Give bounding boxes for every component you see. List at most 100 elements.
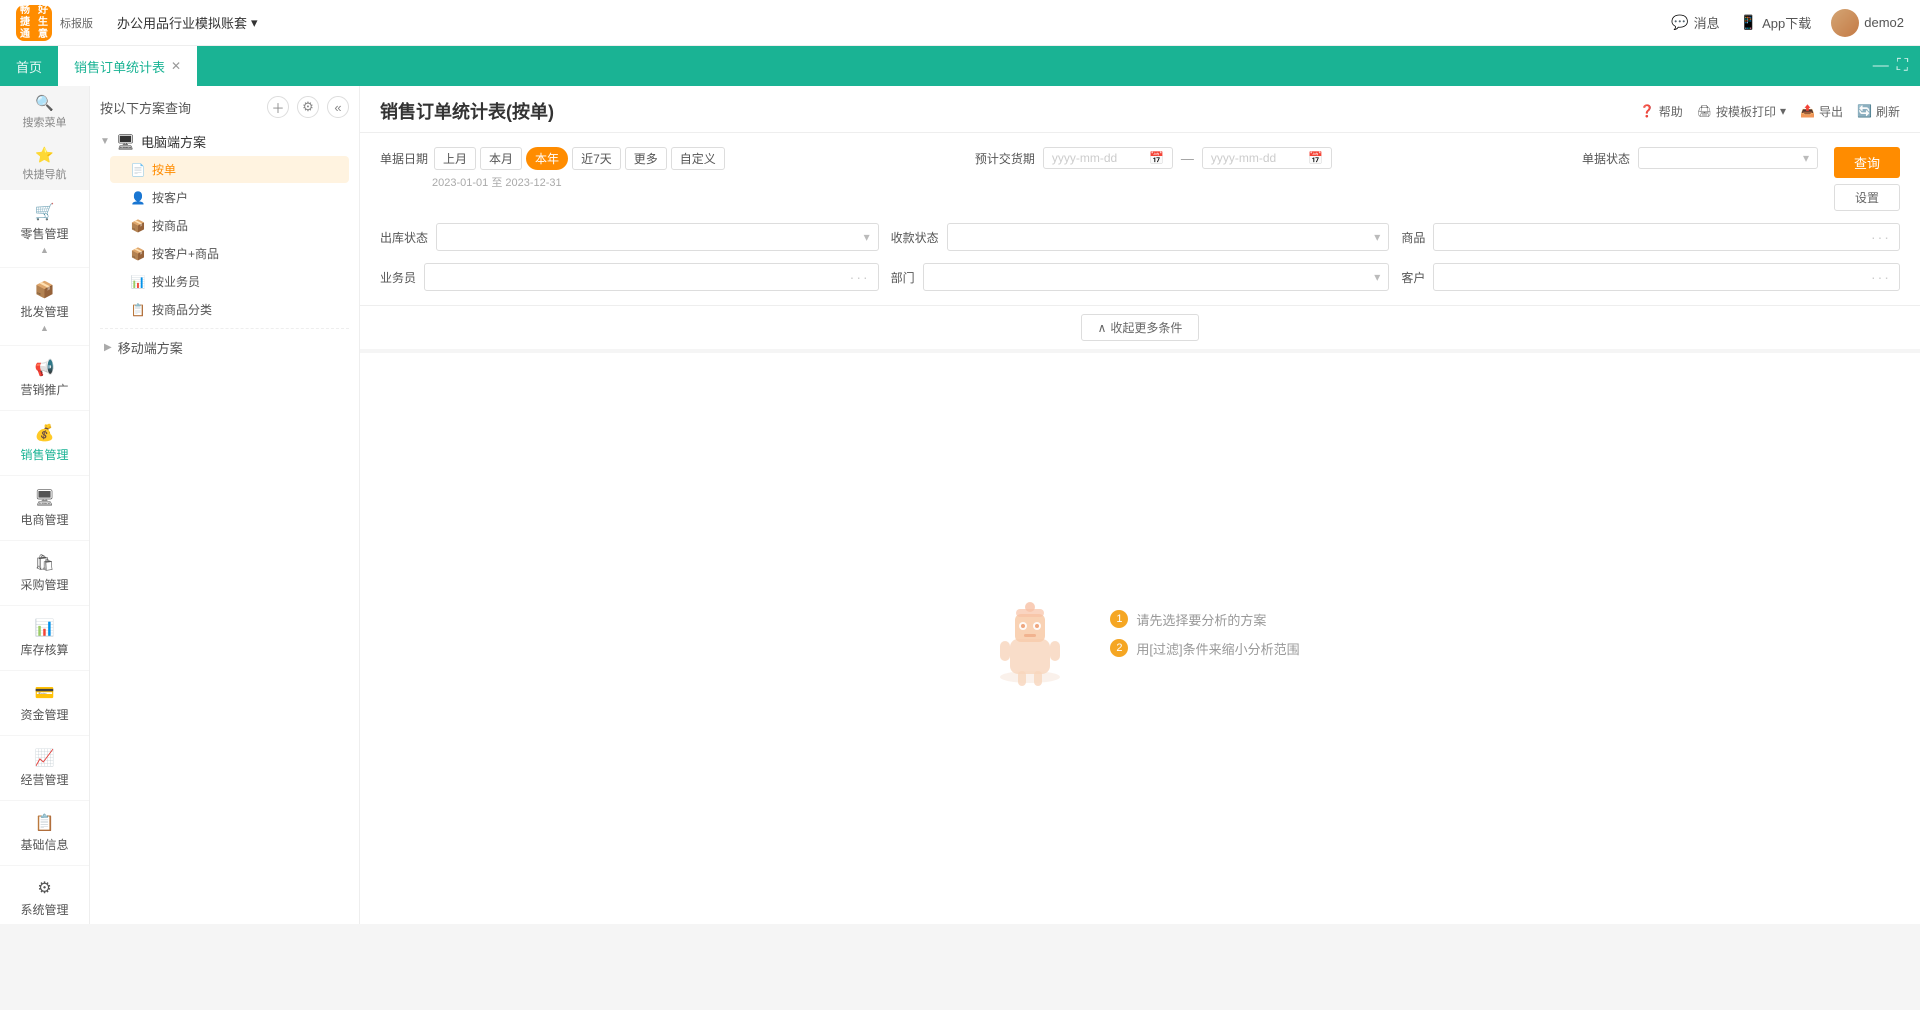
scheme-icon-customer-goods: 📦 xyxy=(130,246,146,262)
filter-row-2: 出库状态 ▾ 收款状态 ▾ 商品 xyxy=(380,223,1900,251)
query-settings-group: 查询 设置 xyxy=(1834,147,1900,211)
status-filter: 单据状态 ▾ xyxy=(1582,147,1818,169)
scheme-section-pc: ▼ 🖥 电脑端方案 📄 按单 👤 按客户 📦 按商品 xyxy=(100,128,349,323)
tab-home[interactable]: 首页 xyxy=(0,46,58,86)
last7-button[interactable]: 近7天 xyxy=(572,147,621,170)
calendar-icon: 📅 xyxy=(1149,151,1164,165)
scheme-item-by-customer-goods[interactable]: 📦 按客户+商品 xyxy=(110,240,349,267)
sidebar-item-purchase[interactable]: 🛍 采购管理 xyxy=(0,541,89,606)
customer-filter: 客户 ··· xyxy=(1401,263,1900,291)
expected-date-start-input[interactable]: yyyy-mm-dd 📅 xyxy=(1043,147,1173,169)
goods-label: 商品 xyxy=(1401,229,1425,246)
section-divider xyxy=(100,328,349,329)
date-filter-buttons: 上月 本月 本年 近7天 更多 自定义 xyxy=(434,147,725,170)
tab-close-icon[interactable]: ✕ xyxy=(171,59,181,73)
empty-tip-2: 2 用[过滤]条件来缩小分析范围 xyxy=(1110,639,1299,658)
last-month-button[interactable]: 上月 xyxy=(434,147,476,170)
query-button[interactable]: 查询 xyxy=(1834,147,1900,178)
scheme-item-by-goods-category[interactable]: 📋 按商品分类 xyxy=(110,296,349,323)
scheme-item-by-order[interactable]: 📄 按单 xyxy=(110,156,349,183)
sidebar-item-finance[interactable]: 💳 资金管理 xyxy=(0,671,89,736)
scheme-icon-goods-category: 📋 xyxy=(130,302,146,318)
topbar: 畅捷通 好生意 标报版 办公用品行业模拟账套 ▾ 消息 App下载 demo2 xyxy=(0,0,1920,46)
sidebar-item-retail[interactable]: 🛒 零售管理 ▲ xyxy=(0,190,89,268)
page-header: 销售订单统计表(按单) ❓ 帮助 🖨 按模板打印 ▾ 📤 导出 xyxy=(360,86,1920,133)
scheme-item-by-customer[interactable]: 👤 按客户 xyxy=(110,184,349,211)
collapse-icon: « xyxy=(334,100,341,115)
tab-sales-order-stats[interactable]: 销售订单统计表 ✕ xyxy=(58,46,197,86)
payment-status-filter: 收款状态 ▾ xyxy=(891,223,1390,251)
sidebar-item-search[interactable]: 🔍 搜索菜单 xyxy=(0,86,89,138)
refresh-button[interactable]: 🔄 刷新 xyxy=(1857,103,1900,120)
scheme-item-by-salesperson[interactable]: 📊 按业务员 xyxy=(110,268,349,295)
more-date-button[interactable]: 更多 xyxy=(625,147,667,170)
print-dropdown-icon: ▾ xyxy=(1780,104,1786,118)
message-button[interactable]: 消息 xyxy=(1671,13,1719,32)
date-range-text: 2023-01-01 至 2023-12-31 xyxy=(380,174,725,190)
page-title: 销售订单统计表(按单) xyxy=(380,98,554,124)
scheme-section-mobile-header[interactable]: ▶ 移动端方案 xyxy=(100,333,349,362)
account-dropdown[interactable]: 办公用品行业模拟账套 ▾ xyxy=(117,13,258,32)
department-select[interactable]: ▾ xyxy=(923,263,1390,291)
customer-more-icon: ··· xyxy=(1871,269,1891,285)
sidebar-item-ecommerce[interactable]: 🖥 电商管理 xyxy=(0,476,89,541)
left-panel: 按以下方案查询 ＋ ⚙ « ▼ 🖥 电脑端方案 📄 xyxy=(90,86,360,924)
expected-date-filter: 预计交货期 yyyy-mm-dd 📅 — yyyy-mm-dd 📅 xyxy=(975,147,1332,169)
add-scheme-button[interactable]: ＋ xyxy=(267,96,289,118)
sidebar-item-marketing[interactable]: 📢 营销推广 xyxy=(0,346,89,411)
collapse-conditions-button[interactable]: ∧ 收起更多条件 xyxy=(1081,314,1200,341)
export-button[interactable]: 📤 导出 xyxy=(1800,103,1843,120)
window-maximize-icon[interactable]: ⛶ xyxy=(1897,57,1908,75)
expected-date-end-input[interactable]: yyyy-mm-dd 📅 xyxy=(1202,147,1332,169)
section-arrow-right-icon: ▶ xyxy=(104,342,112,353)
settings-button[interactable]: 设置 xyxy=(1834,184,1900,211)
department-label: 部门 xyxy=(891,269,915,286)
scheme-section-pc-header[interactable]: ▼ 🖥 电脑端方案 xyxy=(100,128,349,155)
app-icon xyxy=(1740,14,1757,31)
scheme-list: ▼ 🖥 电脑端方案 📄 按单 👤 按客户 📦 按商品 xyxy=(100,128,349,362)
empty-tip-1: 1 请先选择要分析的方案 xyxy=(1110,610,1299,629)
scheme-icon-customer: 👤 xyxy=(130,190,146,206)
custom-date-button[interactable]: 自定义 xyxy=(671,147,725,170)
status-dropdown-icon: ▾ xyxy=(1803,151,1809,165)
main-layout: 🔍 搜索菜单 ⭐ 快捷导航 🛒 零售管理 ▲ 📦 批发管理 ▲ 📢 营销推广 💰… xyxy=(0,86,1920,924)
sidebar-item-wholesale[interactable]: 📦 批发管理 ▲ xyxy=(0,268,89,346)
main-content: 销售订单统计表(按单) ❓ 帮助 🖨 按模板打印 ▾ 📤 导出 xyxy=(360,86,1920,924)
panel-collapse-button[interactable]: « xyxy=(327,96,349,118)
delivery-status-select[interactable]: ▾ xyxy=(436,223,879,251)
window-minimize-icon[interactable]: — xyxy=(1873,57,1889,75)
left-panel-title: 按以下方案查询 xyxy=(100,98,259,117)
help-button[interactable]: ❓ 帮助 xyxy=(1640,103,1683,120)
print-icon: 🖨 xyxy=(1697,104,1712,118)
sidebar: 🔍 搜索菜单 ⭐ 快捷导航 🛒 零售管理 ▲ 📦 批发管理 ▲ 📢 营销推广 💰… xyxy=(0,86,90,924)
status-select[interactable]: ▾ xyxy=(1638,147,1818,169)
tabbar: 首页 销售订单统计表 ✕ — ⛶ xyxy=(0,46,1920,86)
goods-input[interactable]: ··· xyxy=(1433,223,1900,251)
this-month-button[interactable]: 本月 xyxy=(480,147,522,170)
department-dropdown-icon: ▾ xyxy=(1374,270,1380,284)
topbar-right: 消息 App下载 demo2 xyxy=(1671,9,1904,37)
refresh-icon: 🔄 xyxy=(1857,104,1872,118)
print-button[interactable]: 🖨 按模板打印 ▾ xyxy=(1697,103,1786,120)
salesperson-input[interactable]: ··· xyxy=(424,263,879,291)
customer-input[interactable]: ··· xyxy=(1433,263,1900,291)
scheme-settings-button[interactable]: ⚙ xyxy=(297,96,319,118)
goods-more-icon: ··· xyxy=(1871,229,1891,245)
salesperson-more-icon: ··· xyxy=(850,269,870,285)
sidebar-item-quick-nav[interactable]: ⭐ 快捷导航 xyxy=(0,138,89,190)
sidebar-item-inventory[interactable]: 📊 库存核算 xyxy=(0,606,89,671)
app-download-button[interactable]: App下载 xyxy=(1740,13,1812,32)
sidebar-item-sales[interactable]: 💰 销售管理 xyxy=(0,411,89,476)
status-label: 单据状态 xyxy=(1582,150,1630,167)
sidebar-item-basic[interactable]: 📋 基础信息 xyxy=(0,801,89,866)
sidebar-item-operations[interactable]: 📈 经营管理 xyxy=(0,736,89,801)
empty-tips: 1 请先选择要分析的方案 2 用[过滤]条件来缩小分析范围 xyxy=(1110,610,1299,668)
sidebar-item-system[interactable]: ⚙ 系统管理 xyxy=(0,866,89,924)
export-icon: 📤 xyxy=(1800,104,1815,118)
brand-label: 标报版 xyxy=(60,15,93,31)
this-year-button[interactable]: 本年 xyxy=(526,147,568,170)
plus-icon: ＋ xyxy=(271,98,284,117)
scheme-item-by-goods[interactable]: 📦 按商品 xyxy=(110,212,349,239)
payment-status-select[interactable]: ▾ xyxy=(947,223,1390,251)
user-menu[interactable]: demo2 xyxy=(1831,9,1904,37)
